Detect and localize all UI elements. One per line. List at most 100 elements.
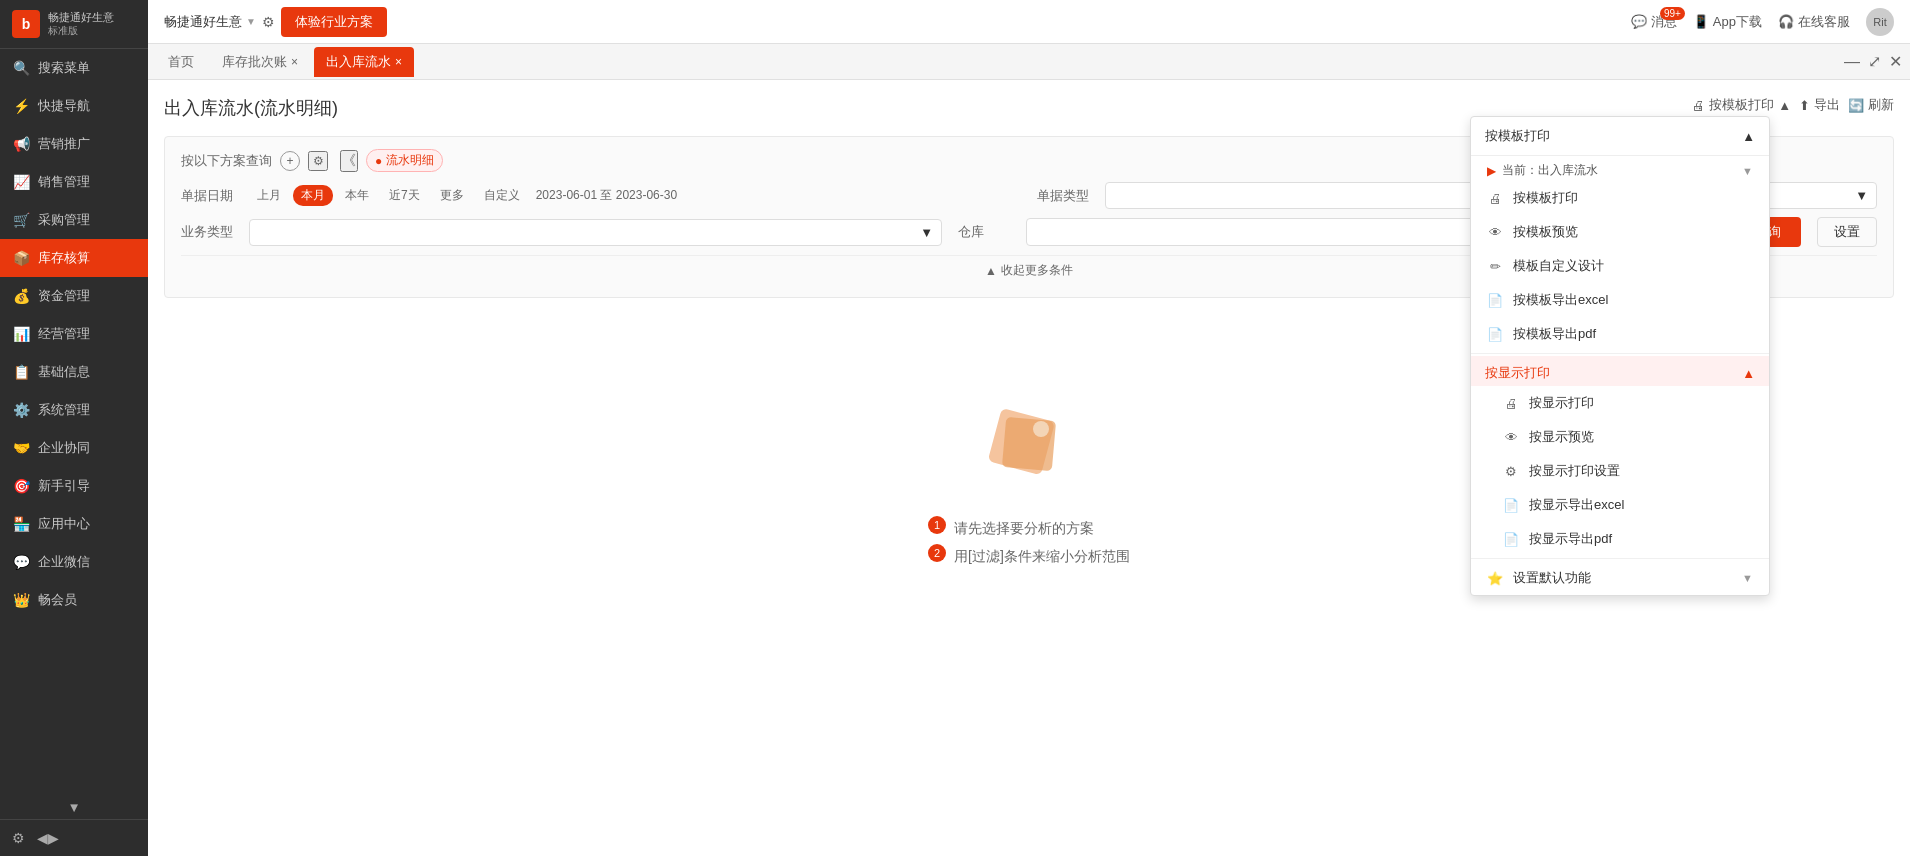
tab-maximize-button[interactable]: ⤢	[1868, 52, 1881, 71]
sidebar-item-basic[interactable]: 📋 基础信息	[0, 353, 148, 391]
sidebar-item-app-center[interactable]: 🏪 应用中心	[0, 505, 148, 543]
filter-active-tag[interactable]: ● 流水明细	[366, 149, 443, 172]
tab-expand-area: — ⤢ ✕	[1844, 52, 1902, 71]
dropdown-item-set-default[interactable]: ⭐ 设置默认功能 ▼	[1471, 561, 1769, 595]
top-header: 畅捷通好生意 ▼ ⚙ 体验行业方案 💬 消息 99+ 📱 App下载 🎧	[148, 0, 1910, 44]
message-action[interactable]: 💬 消息 99+	[1631, 13, 1677, 31]
filter-add-button[interactable]: +	[280, 151, 300, 171]
tab-batch-account-close[interactable]: ×	[291, 55, 298, 69]
sidebar-item-search[interactable]: 🔍 搜索菜单	[0, 49, 148, 87]
sidebar-item-label: 企业微信	[38, 553, 90, 571]
date-tab-this-year[interactable]: 本年	[337, 185, 377, 206]
sidebar-item-collab[interactable]: 🤝 企业协同	[0, 429, 148, 467]
display-print-section: 🖨 按显示打印 👁 按显示预览 ⚙ 按显示打印设置 📄 按显示导出excel	[1471, 386, 1769, 556]
header-gear-icon[interactable]: ⚙	[262, 14, 275, 30]
sidebar-item-label: 基础信息	[38, 363, 90, 381]
date-tab-last-month[interactable]: 上月	[249, 185, 289, 206]
display-print-collapse-icon: ▲	[1742, 366, 1755, 381]
tab-batch-account[interactable]: 库存批次账 ×	[210, 47, 310, 77]
headset-icon: 🎧	[1778, 14, 1794, 29]
dropdown-item-display-pdf[interactable]: 📄 按显示导出pdf	[1471, 522, 1769, 556]
sidebar-item-label: 企业协同	[38, 439, 90, 457]
message-badge: 99+	[1660, 7, 1685, 20]
dropdown-item-display-excel[interactable]: 📄 按显示导出excel	[1471, 488, 1769, 522]
dropdown-item-template-pdf[interactable]: 📄 按模板导出pdf	[1471, 317, 1769, 351]
dropdown-header-arrow: ▲	[1742, 129, 1755, 144]
sidebar-item-wechat[interactable]: 💬 企业微信	[0, 543, 148, 581]
sidebar-item-label: 新手引导	[38, 477, 90, 495]
sidebar-item-member[interactable]: 👑 畅会员	[0, 581, 148, 619]
settings-icon[interactable]: ⚙	[12, 830, 25, 846]
inventory-icon: 📦	[12, 250, 30, 266]
sidebar-item-marketing[interactable]: 📢 营销推广	[0, 125, 148, 163]
sidebar-item-operations[interactable]: 📊 经营管理	[0, 315, 148, 353]
dropdown-item-display-preview[interactable]: 👁 按显示预览	[1471, 420, 1769, 454]
filter-settings-icon[interactable]: ⚙	[308, 151, 328, 171]
dropdown-item-template-excel[interactable]: 📄 按模板导出excel	[1471, 283, 1769, 317]
avatar[interactable]: Rit	[1866, 8, 1894, 36]
print-dropdown-panel: 按模板打印 ▲ ▶ 当前：出入库流水 ▼ 🖨 按模板打印 👁	[1470, 116, 1770, 596]
app-download-action[interactable]: 📱 App下载	[1693, 13, 1762, 31]
display-settings-label: 按显示打印设置	[1529, 462, 1620, 480]
sidebar-item-finance[interactable]: 💰 资金管理	[0, 277, 148, 315]
collapse-sidebar-icon[interactable]: ◀▶	[37, 830, 59, 846]
tab-minimize-button[interactable]: —	[1844, 52, 1860, 71]
sidebar-logo: b 畅捷通好生意 标准版	[0, 0, 148, 49]
biz-type-label: 业务类型	[181, 223, 241, 241]
tab-home[interactable]: 首页	[156, 47, 206, 77]
template-print-section: 🖨 按模板打印 👁 按模板预览 ✏ 模板自定义设计 📄 按模板导出excel	[1471, 181, 1769, 351]
sidebar-footer: ⚙ ◀▶	[0, 819, 148, 856]
sidebar-item-sales[interactable]: 📈 销售管理	[0, 163, 148, 201]
settings-button[interactable]: 设置	[1817, 217, 1877, 247]
date-tab-custom[interactable]: 自定义	[476, 185, 528, 206]
date-tab-7days[interactable]: 近7天	[381, 185, 428, 206]
filter-collapse-button[interactable]: 《	[340, 150, 358, 172]
tab-batch-account-label: 库存批次账	[222, 53, 287, 71]
finance-icon: 💰	[12, 288, 30, 304]
app-center-icon: 🏪	[12, 516, 30, 532]
sidebar-item-guide[interactable]: 🎯 新手引导	[0, 467, 148, 505]
print-template-button[interactable]: 🖨 按模板打印 ▲	[1692, 96, 1791, 114]
wechat-icon: 💬	[12, 554, 30, 570]
design-icon: ✏	[1487, 259, 1503, 274]
date-tab-more[interactable]: 更多	[432, 185, 472, 206]
sidebar-item-quick-nav[interactable]: ⚡ 快捷导航	[0, 87, 148, 125]
trial-button[interactable]: 体验行业方案	[281, 7, 387, 37]
dropdown-item-template-print[interactable]: 🖨 按模板打印	[1471, 181, 1769, 215]
printer-icon: 🖨	[1487, 191, 1503, 206]
tab-home-label: 首页	[168, 53, 194, 71]
dropdown-item-template-preview[interactable]: 👁 按模板预览	[1471, 215, 1769, 249]
export-button[interactable]: ⬆ 导出	[1799, 96, 1840, 114]
tab-in-out-flow-close[interactable]: ×	[395, 55, 402, 69]
collab-icon: 🤝	[12, 440, 30, 456]
dropdown-item-display-print[interactable]: 🖨 按显示打印	[1471, 386, 1769, 420]
sidebar-item-purchase[interactable]: 🛒 采购管理	[0, 201, 148, 239]
sidebar-item-label: 销售管理	[38, 173, 90, 191]
member-icon: 👑	[12, 592, 30, 608]
preview-icon: 👁	[1487, 225, 1503, 240]
refresh-button[interactable]: 🔄 刷新	[1848, 96, 1894, 114]
sales-icon: 📈	[12, 174, 30, 190]
sidebar-item-system[interactable]: ⚙️ 系统管理	[0, 391, 148, 429]
online-service-action[interactable]: 🎧 在线客服	[1778, 13, 1850, 31]
sidebar-scroll-down[interactable]: ▼	[0, 796, 148, 819]
display-excel-label: 按显示导出excel	[1529, 496, 1624, 514]
date-tab-this-month[interactable]: 本月	[293, 185, 333, 206]
dropdown-item-template-custom[interactable]: ✏ 模板自定义设计	[1471, 249, 1769, 283]
tip-2-num: 2	[928, 544, 946, 562]
header-right: 💬 消息 99+ 📱 App下载 🎧 在线客服 Rit	[1631, 8, 1894, 36]
dropdown-item-display-print-settings[interactable]: ⚙ 按显示打印设置	[1471, 454, 1769, 488]
user-name-box[interactable]: 畅捷通好生意 ▼	[164, 13, 256, 31]
system-icon: ⚙️	[12, 402, 30, 418]
sidebar-item-label: 应用中心	[38, 515, 90, 533]
biz-type-select[interactable]: ▼	[249, 219, 942, 246]
sidebar-item-label: 资金管理	[38, 287, 90, 305]
collapse-label: 收起更多条件	[1001, 262, 1073, 279]
online-service-label: 在线客服	[1798, 13, 1850, 31]
tab-close-all-button[interactable]: ✕	[1889, 52, 1902, 71]
display-print-section-header[interactable]: 按显示打印 ▲	[1471, 356, 1769, 386]
sidebar-item-label: 快捷导航	[38, 97, 90, 115]
page-actions: 🖨 按模板打印 ▲ ⬆ 导出 🔄 刷新	[1692, 96, 1894, 114]
sidebar-item-inventory[interactable]: 📦 库存核算	[0, 239, 148, 277]
tab-in-out-flow[interactable]: 出入库流水 ×	[314, 47, 414, 77]
